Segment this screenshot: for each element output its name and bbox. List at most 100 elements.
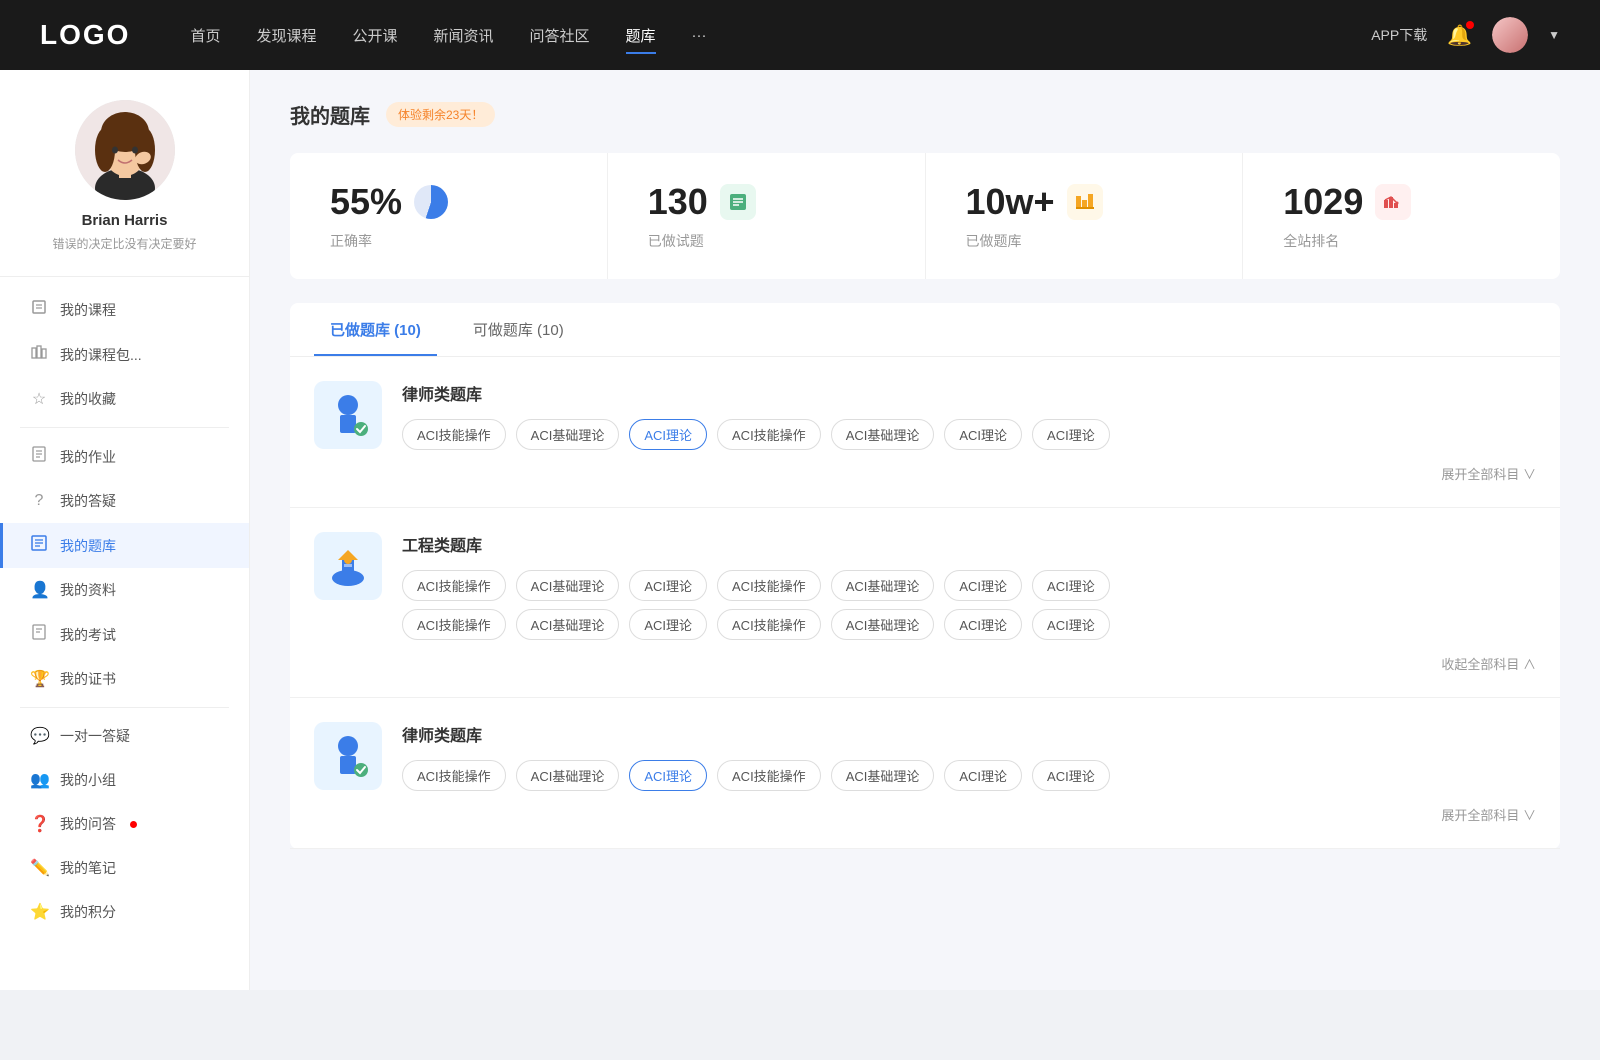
group-icon: 👥	[30, 770, 48, 790]
star-icon: ☆	[30, 389, 48, 409]
cert-icon: 🏆	[30, 669, 48, 689]
sidebar-item-exam[interactable]: 我的考试	[0, 612, 249, 657]
qbank-name-0: 律师类题库	[402, 381, 1536, 405]
sidebar-item-homework[interactable]: 我的作业	[0, 434, 249, 479]
sidebar-item-profile[interactable]: 👤 我的资料	[0, 568, 249, 612]
sidebar-item-myqa[interactable]: ❓ 我的问答	[0, 802, 249, 846]
tag-1-12[interactable]: ACI理论	[944, 609, 1022, 640]
user-avatar-nav[interactable]	[1492, 17, 1528, 53]
sidebar-item-points[interactable]: ⭐ 我的积分	[0, 890, 249, 934]
tab-todo[interactable]: 可做题库 (10)	[457, 303, 580, 356]
qa-notification-dot	[130, 821, 137, 828]
points-icon: ⭐	[30, 902, 48, 922]
tag-1-0[interactable]: ACI技能操作	[402, 570, 506, 601]
tag-2-4[interactable]: ACI基础理论	[831, 760, 935, 791]
banks-icon	[1067, 184, 1103, 220]
sidebar-item-notes[interactable]: ✏️ 我的笔记	[0, 846, 249, 890]
sidebar-label-points: 我的积分	[60, 902, 116, 922]
tag-1-10[interactable]: ACI技能操作	[717, 609, 821, 640]
sidebar-label-favorites: 我的收藏	[60, 389, 116, 409]
tag-1-4[interactable]: ACI基础理论	[831, 570, 935, 601]
tag-0-4[interactable]: ACI基础理论	[831, 419, 935, 450]
app-download-btn[interactable]: APP下载	[1371, 25, 1427, 45]
tag-1-13[interactable]: ACI理论	[1032, 609, 1110, 640]
tag-2-6[interactable]: ACI理论	[1032, 760, 1110, 791]
sidebar-item-favorites[interactable]: ☆ 我的收藏	[0, 377, 249, 421]
sidebar-label-exam: 我的考试	[60, 625, 116, 645]
tag-1-2[interactable]: ACI理论	[629, 570, 707, 601]
tag-1-5[interactable]: ACI理论	[944, 570, 1022, 601]
sidebar-item-package[interactable]: 我的课程包...	[0, 332, 249, 377]
nav-opencourse[interactable]: 公开课	[352, 25, 397, 46]
profile-motto: 错误的决定比没有决定要好	[52, 235, 196, 252]
tag-1-3[interactable]: ACI技能操作	[717, 570, 821, 601]
stat-accuracy-row: 55%	[330, 181, 567, 223]
qbank-icon	[30, 535, 48, 556]
stat-banks-value: 10w+	[966, 181, 1055, 223]
sidebar-label-course: 我的课程	[60, 300, 116, 320]
sidebar-label-qbank: 我的题库	[60, 536, 116, 556]
tag-2-3[interactable]: ACI技能操作	[717, 760, 821, 791]
nav-home[interactable]: 首页	[190, 25, 220, 46]
tag-0-6[interactable]: ACI理论	[1032, 419, 1110, 450]
page-title: 我的题库	[290, 100, 370, 129]
stat-accuracy-value: 55%	[330, 181, 402, 223]
sidebar-divider-1	[20, 427, 229, 428]
qbank-name-2: 律师类题库	[402, 722, 1536, 746]
page-header: 我的题库 体验剩余23天！	[290, 100, 1560, 129]
stat-ranking-value: 1029	[1283, 181, 1363, 223]
sidebar-label-package: 我的课程包...	[60, 345, 142, 365]
tab-done[interactable]: 已做题库 (10)	[314, 303, 437, 356]
qbank-item-1: 工程类题库 ACI技能操作 ACI基础理论 ACI理论 ACI技能操作 ACI基…	[290, 508, 1560, 698]
expand-btn-0[interactable]: 展开全部科目 ∨	[402, 458, 1536, 483]
sidebar-label-group: 我的小组	[60, 770, 116, 790]
user-menu-chevron[interactable]: ▼	[1548, 28, 1560, 42]
sidebar-label-profile: 我的资料	[60, 580, 116, 600]
tag-1-1[interactable]: ACI基础理论	[516, 570, 620, 601]
tag-1-9[interactable]: ACI理论	[629, 609, 707, 640]
stat-questions-row: 130	[648, 181, 885, 223]
nav-discover[interactable]: 发现课程	[256, 25, 316, 46]
tag-2-5[interactable]: ACI理论	[944, 760, 1022, 791]
tag-1-11[interactable]: ACI基础理论	[831, 609, 935, 640]
stat-banks-label: 已做题库	[966, 231, 1203, 251]
tag-2-2[interactable]: ACI理论	[629, 760, 707, 791]
sidebar-item-questions[interactable]: ? 我的答疑	[0, 479, 249, 523]
myqa-icon: ❓	[30, 814, 48, 834]
tag-0-0[interactable]: ACI技能操作	[402, 419, 506, 450]
tag-0-2[interactable]: ACI理论	[629, 419, 707, 450]
sidebar-item-course[interactable]: 我的课程	[0, 287, 249, 332]
stat-accuracy-label: 正确率	[330, 231, 567, 251]
sidebar-item-cert[interactable]: 🏆 我的证书	[0, 657, 249, 701]
tag-0-3[interactable]: ACI技能操作	[717, 419, 821, 450]
tag-2-1[interactable]: ACI基础理论	[516, 760, 620, 791]
stat-banks-row: 10w+	[966, 181, 1203, 223]
sidebar-label-notes: 我的笔记	[60, 858, 116, 878]
tag-1-8[interactable]: ACI基础理论	[516, 609, 620, 640]
exam-icon	[30, 624, 48, 645]
collapse-btn-1[interactable]: 收起全部科目 ∧	[402, 648, 1536, 673]
sidebar-item-group[interactable]: 👥 我的小组	[0, 758, 249, 802]
nav-more[interactable]: ···	[692, 27, 707, 44]
sidebar-item-tutor[interactable]: 💬 一对一答疑	[0, 714, 249, 758]
nav-qa[interactable]: 问答社区	[530, 25, 590, 46]
tag-0-5[interactable]: ACI理论	[944, 419, 1022, 450]
user-avatar	[75, 100, 175, 200]
trial-badge: 体验剩余23天！	[386, 102, 495, 127]
expand-btn-2[interactable]: 展开全部科目 ∨	[402, 799, 1536, 824]
stat-ranking-label: 全站排名	[1283, 231, 1520, 251]
nav-news[interactable]: 新闻资讯	[434, 25, 494, 46]
qbank-name-1: 工程类题库	[402, 532, 1536, 556]
tabs-bar: 已做题库 (10) 可做题库 (10)	[290, 303, 1560, 357]
profile-name: Brian Harris	[82, 212, 168, 229]
tag-1-6[interactable]: ACI理论	[1032, 570, 1110, 601]
sidebar-item-qbank[interactable]: 我的题库	[0, 523, 249, 568]
tag-2-0[interactable]: ACI技能操作	[402, 760, 506, 791]
qbank-item-2: 律师类题库 ACI技能操作 ACI基础理论 ACI理论 ACI技能操作 ACI基…	[290, 698, 1560, 849]
qbank-icon-2	[314, 722, 382, 790]
notification-bell[interactable]: 🔔	[1447, 23, 1472, 48]
nav-qbank[interactable]: 题库	[626, 25, 656, 46]
tag-0-1[interactable]: ACI基础理论	[516, 419, 620, 450]
tag-1-7[interactable]: ACI技能操作	[402, 609, 506, 640]
stat-ranking: 1029 全站排名	[1243, 153, 1560, 279]
